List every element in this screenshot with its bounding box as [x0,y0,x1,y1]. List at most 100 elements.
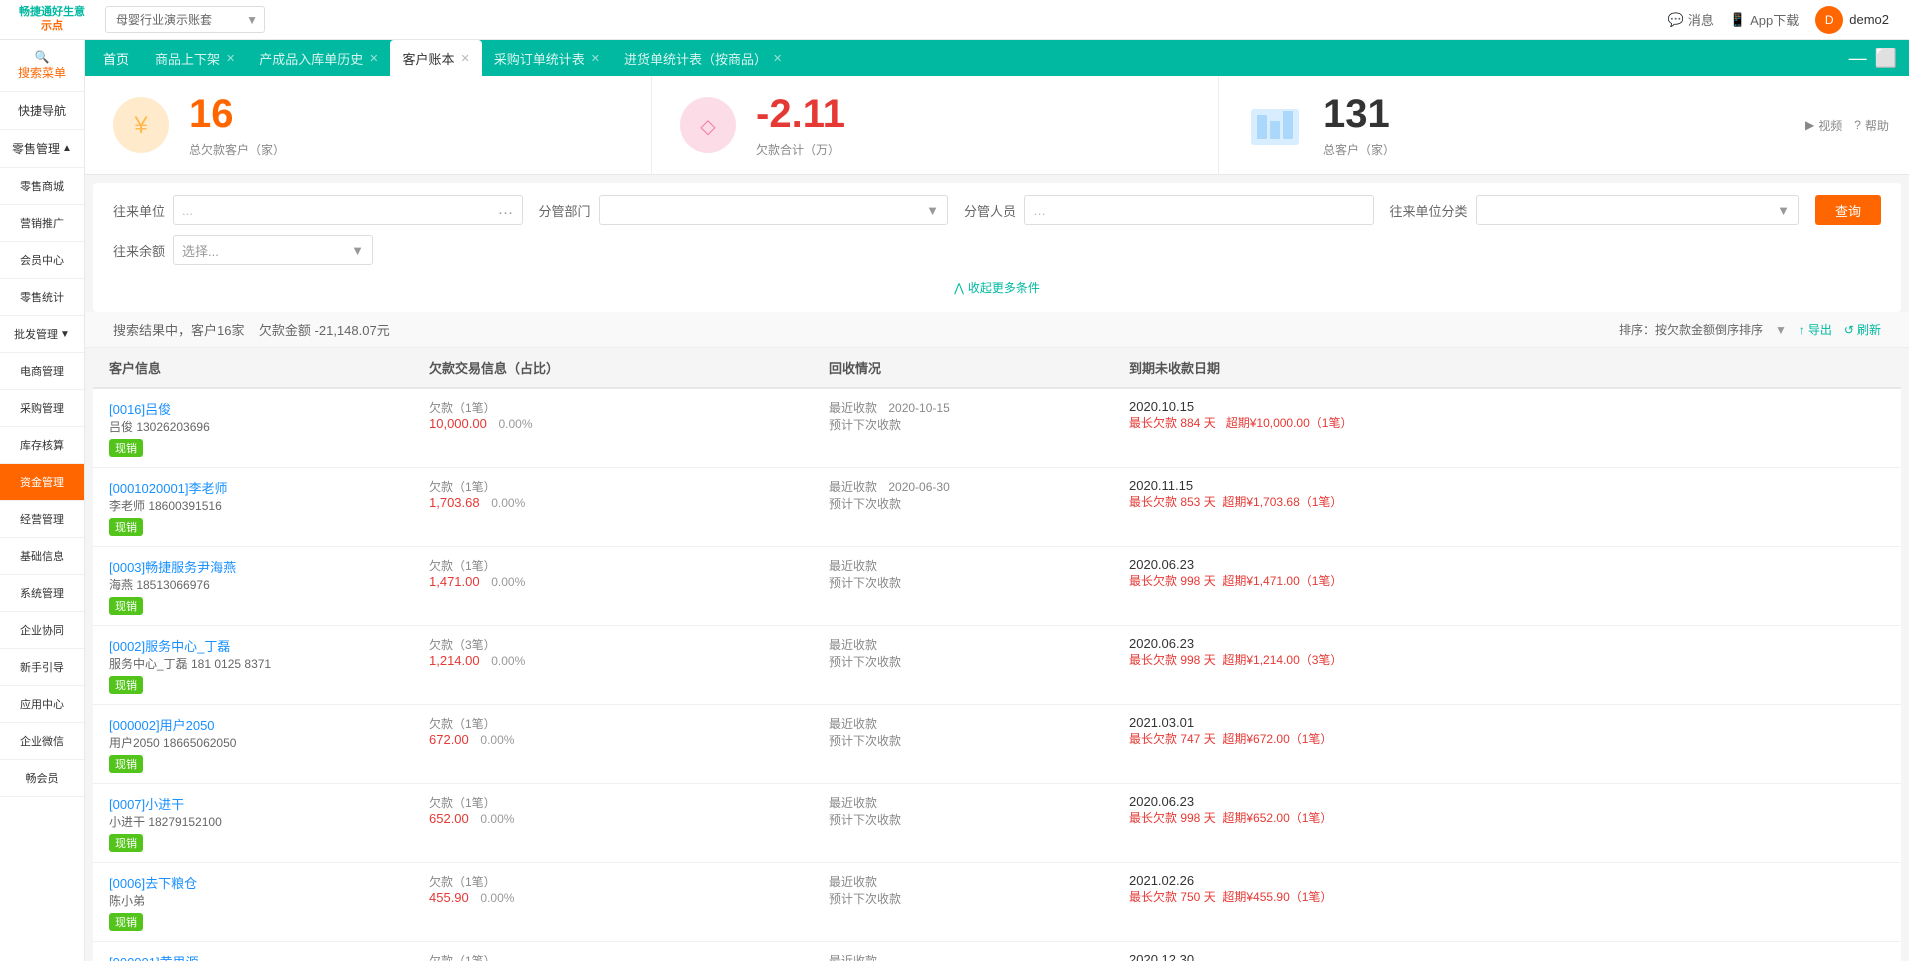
search-button[interactable]: 查询 [1815,195,1881,225]
sidebar-item-retail-mall[interactable]: 零售商城 [0,168,84,205]
debt-pct-0: 0.00% [498,417,532,431]
td-debt-0: 欠款（1笔） 10,000.00 0.00% [413,389,813,467]
sidebar: 🔍 搜索菜单 快捷导航 零售管理 ▲ 零售商城 营销推广 会员中心 零售统计 [0,40,85,961]
stats-bar: ¥ 16 总欠款客户（家） ◇ [85,76,1909,175]
td-customer-2: [0003]畅捷服务尹海燕 海燕 18513066976 现销 [93,547,413,625]
balance-input[interactable]: 选择... ▼ [173,235,373,265]
sidebar-item-enterprise-collab[interactable]: 企业协同 [0,612,84,649]
table-row: [0006]去下粮仓 陈小弟 现销 欠款（1笔） 455.90 0.00% 最近… [93,863,1901,942]
overdue-link-0[interactable]: 超期¥10,000.00（1笔） [1226,416,1353,430]
user-avatar-button[interactable]: D demo2 [1815,6,1889,34]
export-button[interactable]: ↑ 导出 [1799,321,1832,338]
from-unit-input[interactable]: ... … [173,195,522,225]
td-debt-2: 欠款（1笔） 1,471.00 0.00% [413,547,813,625]
debt-amount-number: -2.11 [756,92,845,137]
td-customer-0: [0016]吕俊 吕俊 13026203696 现销 [93,389,413,467]
tab-close-customer-account[interactable]: ✕ [461,52,470,65]
message-button[interactable]: 💬 消息 [1668,10,1714,29]
from-unit-dots[interactable]: … [498,201,514,219]
chevron-up-icon: ⋀ [954,281,964,295]
sidebar-item-new-guide[interactable]: 新手引导 [0,649,84,686]
avatar: D [1815,6,1843,34]
customer-id-0[interactable]: [0016]吕俊 [109,399,397,418]
customer-contact-1: 李老师 18600391516 [109,497,397,514]
sidebar-item-enterprise-wechat[interactable]: 企业微信 [0,723,84,760]
category-chevron: ▼ [1777,203,1790,218]
collapse-button[interactable]: ⋀ 收起更多条件 [113,275,1881,300]
tab-import-stats[interactable]: 进货单统计表（按商品） ✕ [612,40,794,76]
sidebar-item-ops-mgmt[interactable]: 经营管理 [0,501,84,538]
tab-close-product-off[interactable]: ✕ [226,52,235,65]
maximize-button[interactable]: ⬜ [1875,48,1897,69]
td-debt-3: 欠款（3笔） 1,214.00 0.00% [413,626,813,704]
tab-customer-account[interactable]: 客户账本 ✕ [390,40,481,76]
sidebar-item-ecommerce[interactable]: 电商管理 [0,353,84,390]
tab-production-history[interactable]: 产成品入库单历史 ✕ [247,40,390,76]
td-due-6: 2021.02.26 最长欠款 750 天 超期¥455.90（1笔） [1113,863,1901,941]
help-btn[interactable]: ? 帮助 [1854,117,1889,134]
sidebar-item-app-center[interactable]: 应用中心 [0,686,84,723]
from-unit-category-label: 往来单位分类 [1390,201,1468,220]
stat-icon-total [1243,93,1307,157]
filter-row-2: 往来余额 选择... ▼ [113,235,1881,265]
sidebar-item-search-menu[interactable]: 🔍 搜索菜单 [0,40,84,92]
branch-dept-input[interactable]: ▼ [599,195,948,225]
branch-person-input[interactable]: … [1024,195,1373,225]
sidebar-item-retail-stats[interactable]: 零售统计 [0,279,84,316]
sidebar-item-retail-mgmt[interactable]: 零售管理 ▲ [0,130,84,168]
sidebar-item-batch-mgmt[interactable]: 批发管理 ▼ [0,316,84,353]
arrow-icon: ▲ [62,143,72,154]
arrow-icon-batch: ▼ [60,329,70,340]
customer-id-1[interactable]: [0001020001]李老师 [109,478,397,497]
stat-text-debt-customers: 16 总欠款客户（家） [189,92,285,158]
minimize-button[interactable]: — [1849,48,1867,69]
video-btn[interactable]: ▶ 视频 [1805,117,1842,134]
stat-debt-amount: ◇ -2.11 欠款合计（万） [652,76,1219,174]
stat-icon-amount: ◇ [676,93,740,157]
td-customer-7: [000001]黄思源 黄思源 13552700226 现销 [93,942,413,961]
from-unit-category-input[interactable]: ▼ [1476,195,1799,225]
sidebar-item-purchase-mgmt[interactable]: 采购管理 [0,390,84,427]
filter-from-unit-category: 往来单位分类 ▼ [1390,195,1800,225]
balance-chevron: ▼ [351,243,364,258]
td-due-1: 2020.11.15 最长欠款 853 天 超期¥1,703.68（1笔） [1113,468,1901,546]
td-collect-3: 最近收款 预计下次收款 [813,626,1113,704]
customer-badge-1: 现销 [109,518,143,536]
sort-chevron-icon: ▼ [1775,323,1787,337]
sidebar-item-member-center[interactable]: 会员中心 [0,242,84,279]
tab-close-production-history[interactable]: ✕ [369,52,378,65]
app-download-button[interactable]: 📱 App下载 [1730,10,1799,29]
tab-product-off[interactable]: 商品上下架 ✕ [143,40,247,76]
stat-text-debt-amount: -2.11 欠款合计（万） [756,92,845,158]
tab-close-import-stats[interactable]: ✕ [773,52,782,65]
total-customers-number: 131 [1323,92,1395,137]
sidebar-item-vip-member[interactable]: 畅会员 [0,760,84,797]
industry-selector[interactable]: 母婴行业演示账套 ▼ [105,6,265,33]
sidebar-item-basic-info[interactable]: 基础信息 [0,538,84,575]
branch-dept-chevron: ▼ [926,203,939,218]
sidebar-item-finance[interactable]: 资金管理 [0,464,84,501]
top-right-area: 💬 消息 📱 App下载 D demo2 [1668,6,1897,34]
th-debt-info: 欠款交易信息（占比） [413,348,813,387]
tab-close-purchase-order[interactable]: ✕ [591,52,600,65]
branch-dept-label: 分管部门 [539,201,591,220]
td-collect-2: 最近收款 预计下次收款 [813,547,1113,625]
tab-home[interactable]: 首页 [89,49,143,68]
page-area: ¥ 16 总欠款客户（家） ◇ [85,76,1909,961]
td-collect-0: 最近收款 2020-10-15 预计下次收款 [813,389,1113,467]
sidebar-item-system-mgmt[interactable]: 系统管理 [0,575,84,612]
td-customer-3: [0002]服务中心_丁磊 服务中心_丁磊 181 0125 8371 现销 [93,626,413,704]
download-icon: 📱 [1730,12,1746,28]
refresh-button[interactable]: ↺ 刷新 [1844,321,1881,338]
balance-label: 往来余额 [113,241,165,260]
tab-purchase-order[interactable]: 采购订单统计表 ✕ [482,40,612,76]
sidebar-item-inventory[interactable]: 库存核算 [0,427,84,464]
svg-text:◇: ◇ [700,116,716,138]
sidebar-item-marketing[interactable]: 营销推广 [0,205,84,242]
total-customers-label: 总客户（家） [1323,141,1395,158]
customer-badge-0: 现销 [109,439,143,457]
td-customer-4: [000002]用户2050 用户2050 18665062050 现销 [93,705,413,783]
debt-customers-label: 总欠款客户（家） [189,141,285,158]
search-icon: 🔍 [4,50,80,64]
sidebar-item-quick-nav[interactable]: 快捷导航 [0,92,84,130]
